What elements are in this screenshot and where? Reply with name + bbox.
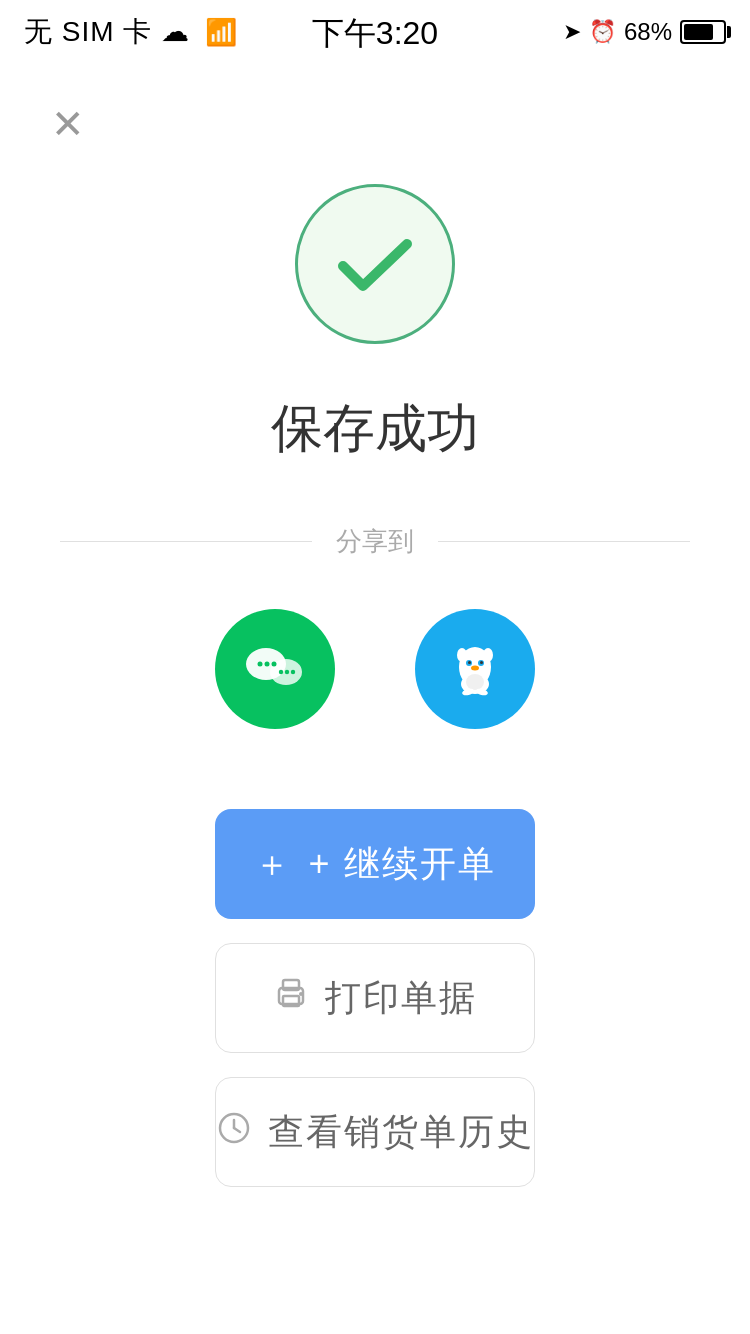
continue-label: + 继续开单 xyxy=(308,840,495,889)
svg-point-16 xyxy=(483,648,493,662)
svg-point-15 xyxy=(457,648,467,662)
print-button[interactable]: 打印单据 xyxy=(215,943,535,1053)
location-icon: ➤ xyxy=(563,19,581,45)
share-icons xyxy=(215,609,535,729)
svg-point-6 xyxy=(285,670,289,674)
battery-icon xyxy=(680,20,726,44)
print-label: 打印单据 xyxy=(325,974,477,1023)
svg-point-5 xyxy=(279,670,283,674)
svg-point-12 xyxy=(468,661,471,664)
alarm-icon: ⏰ xyxy=(589,19,616,45)
clock-icon xyxy=(216,1110,252,1154)
svg-point-24 xyxy=(299,992,303,996)
svg-line-27 xyxy=(234,1128,240,1132)
battery-fill xyxy=(684,24,713,40)
svg-point-4 xyxy=(272,662,277,667)
svg-point-14 xyxy=(471,665,479,670)
status-time: 下午3:20 xyxy=(312,12,438,56)
svg-point-18 xyxy=(466,674,484,690)
printer-icon xyxy=(273,976,309,1020)
history-button[interactable]: 查看销货单历史 xyxy=(215,1077,535,1187)
status-left: 无 SIM 卡 ☁ 📶 xyxy=(24,13,238,51)
svg-point-3 xyxy=(265,662,270,667)
status-bar: 无 SIM 卡 ☁ 📶 下午3:20 ➤ ⏰ 68% xyxy=(0,0,750,64)
continue-button[interactable]: ＋ + 继续开单 xyxy=(215,809,535,919)
svg-point-7 xyxy=(291,670,295,674)
success-title: 保存成功 xyxy=(271,394,479,464)
main-content: ✕ 保存成功 分享到 xyxy=(0,64,750,1334)
wechat-share-button[interactable] xyxy=(215,609,335,729)
divider-line-left xyxy=(60,541,312,542)
wechat-icon xyxy=(240,634,310,704)
svg-point-13 xyxy=(480,661,483,664)
qq-icon xyxy=(443,637,508,702)
divider-line-right xyxy=(438,541,690,542)
share-label: 分享到 xyxy=(312,524,438,559)
status-right: ➤ ⏰ 68% xyxy=(563,18,726,46)
battery-percent: 68% xyxy=(624,18,672,46)
svg-point-2 xyxy=(258,662,263,667)
close-button[interactable]: ✕ xyxy=(40,96,96,152)
history-label: 查看销货单历史 xyxy=(268,1108,534,1157)
wifi-icon: 📶 xyxy=(205,17,238,47)
success-section: 保存成功 分享到 xyxy=(0,64,750,1187)
share-divider: 分享到 xyxy=(0,524,750,559)
checkmark-icon xyxy=(335,234,415,294)
success-circle xyxy=(295,184,455,344)
plus-icon: ＋ xyxy=(254,840,292,889)
buttons-section: ＋ + 继续开单 打印单据 xyxy=(175,809,575,1187)
qq-share-button[interactable] xyxy=(415,609,535,729)
no-sim-label: 无 SIM 卡 ☁ xyxy=(24,16,190,47)
close-icon: ✕ xyxy=(51,104,85,144)
